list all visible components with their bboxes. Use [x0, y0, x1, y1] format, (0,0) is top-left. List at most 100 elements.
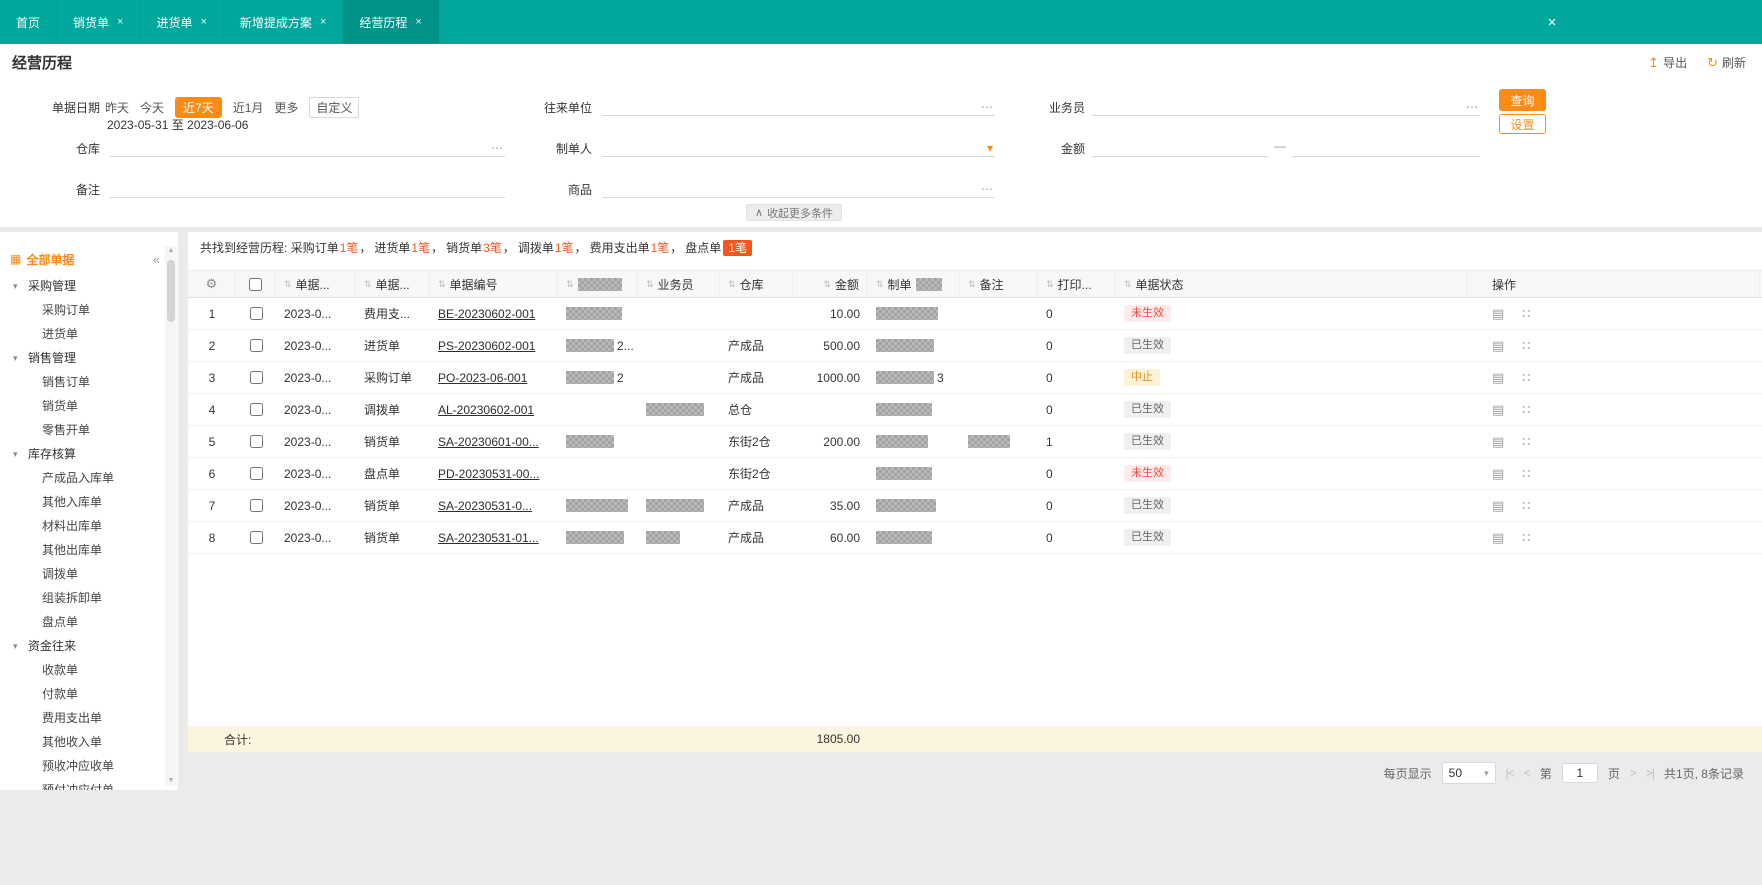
tab-4[interactable]: 新增提成方案 ×	[224, 0, 344, 44]
ellipsis-button[interactable]: ⋯	[981, 182, 993, 196]
sidebar-item[interactable]: 销售订单	[0, 370, 178, 394]
ellipsis-button[interactable]: ⋯	[981, 100, 993, 114]
scroll-down-icon[interactable]: ▼	[168, 776, 175, 786]
quick-filter-button[interactable]: 自定义	[309, 96, 360, 118]
tab-5[interactable]: 经营历程 ×	[343, 0, 439, 44]
amount-min-input[interactable]	[1092, 137, 1268, 157]
column-header-salesman[interactable]: ⇅ 业务员	[638, 271, 720, 297]
column-header-maker[interactable]: ⇅ 制单	[868, 271, 960, 297]
column-header-date[interactable]: ⇅ 单据...	[276, 271, 356, 297]
settings-button[interactable]: 设置	[1499, 114, 1546, 134]
sidebar-item[interactable]: 收款单	[0, 658, 178, 682]
sidebar-item[interactable]: 产成品入库单	[0, 466, 178, 490]
sort-icon[interactable]: ⇅	[438, 279, 446, 290]
sidebar-item[interactable]: ▾ 资金往来	[0, 634, 178, 658]
remark-input[interactable]	[110, 178, 505, 198]
quick-filter-button[interactable]: 近7天	[175, 96, 222, 118]
sidebar-item[interactable]: 其他出库单	[0, 538, 178, 562]
sidebar-item[interactable]: 材料出库单	[0, 514, 178, 538]
preview-icon[interactable]: ▤	[1492, 498, 1504, 514]
sidebar-item[interactable]: 调拨单	[0, 562, 178, 586]
ellipsis-button[interactable]: ⋯	[491, 141, 503, 155]
scroll-up-icon[interactable]: ▲	[168, 246, 175, 256]
row-checkbox[interactable]	[249, 339, 263, 352]
preview-icon[interactable]: ▤	[1492, 402, 1504, 418]
preview-icon[interactable]: ▤	[1492, 338, 1504, 354]
sort-icon[interactable]: ⇅	[284, 279, 292, 290]
tab-close-icon[interactable]: ×	[320, 16, 326, 28]
column-header-no[interactable]: ⇅ 单据编号	[430, 271, 558, 297]
sidebar-item[interactable]: 其他入库单	[0, 490, 178, 514]
chevron-down-icon[interactable]: ▾	[987, 141, 993, 155]
tab-3[interactable]: 进货单 ×	[140, 0, 224, 44]
preview-icon[interactable]: ▤	[1492, 530, 1504, 546]
sidebar-item[interactable]: 预收冲应收单	[0, 754, 178, 778]
more-actions-icon[interactable]: ∷	[1522, 338, 1530, 354]
sidebar-item[interactable]: 费用支出单	[0, 706, 178, 730]
sidebar-item[interactable]: 销货单	[0, 394, 178, 418]
warehouse-input[interactable]: ⋯	[110, 137, 505, 157]
quick-filter-button[interactable]: 昨天	[105, 99, 129, 116]
document-number-link[interactable]: SA-20230531-01...	[438, 531, 539, 545]
maker-input[interactable]: ▾	[602, 137, 995, 157]
next-page-button[interactable]: >	[1630, 766, 1637, 780]
sidebar-item[interactable]: 零售开单	[0, 418, 178, 442]
partner-input[interactable]: ⋯	[602, 96, 995, 116]
preview-icon[interactable]: ▤	[1492, 370, 1504, 386]
more-actions-icon[interactable]: ∷	[1522, 306, 1530, 322]
column-header-print[interactable]: ⇅ 打印...	[1038, 271, 1116, 297]
quick-filter-button[interactable]: 更多	[274, 99, 298, 116]
quick-filter-button[interactable]: 今天	[140, 99, 164, 116]
sort-icon[interactable]: ⇅	[728, 279, 736, 290]
date-range-value[interactable]: 2023-05-31 至 2023-06-06	[107, 116, 248, 133]
sort-icon[interactable]: ⇅	[823, 279, 831, 290]
tab-1[interactable]: 首页	[0, 0, 58, 44]
document-number-link[interactable]: BE-20230602-001	[438, 307, 535, 321]
document-number-link[interactable]: AL-20230602-001	[438, 403, 534, 417]
column-header-type[interactable]: ⇅ 单据...	[356, 271, 430, 297]
tab-2[interactable]: 销货单 ×	[57, 0, 141, 44]
sidebar-title[interactable]: 全部单据	[26, 251, 74, 268]
more-actions-icon[interactable]: ∷	[1522, 466, 1530, 482]
sidebar-item[interactable]: ▾ 采购管理	[0, 274, 178, 298]
goods-input[interactable]: ⋯	[602, 178, 995, 198]
sidebar-item[interactable]: 盘点单	[0, 610, 178, 634]
preview-icon[interactable]: ▤	[1492, 434, 1504, 450]
sort-icon[interactable]: ⇅	[876, 279, 884, 290]
row-checkbox[interactable]	[249, 467, 263, 480]
last-page-button[interactable]: >|	[1646, 766, 1655, 780]
sort-icon[interactable]: ⇅	[968, 279, 976, 290]
scrollbar-thumb[interactable]	[167, 260, 175, 322]
sidebar-item[interactable]: 组装拆卸单	[0, 586, 178, 610]
prev-page-button[interactable]: <	[1524, 766, 1531, 780]
document-number-link[interactable]: SA-20230601-00...	[438, 435, 539, 449]
more-actions-icon[interactable]: ∷	[1522, 434, 1530, 450]
row-checkbox[interactable]	[249, 403, 263, 416]
more-actions-icon[interactable]: ∷	[1522, 498, 1530, 514]
column-header-remark[interactable]: ⇅ 备注	[960, 271, 1038, 297]
document-number-link[interactable]: PD-20230531-00...	[438, 467, 539, 481]
column-header-status[interactable]: ⇅ 单据状态	[1116, 271, 1468, 297]
more-actions-icon[interactable]: ∷	[1522, 370, 1530, 386]
select-all-checkbox[interactable]	[249, 277, 262, 291]
column-header-warehouse[interactable]: ⇅ 仓库	[720, 271, 793, 297]
per-page-select[interactable]: 50 ▾	[1441, 762, 1496, 784]
tab-close-icon[interactable]: ×	[117, 16, 123, 28]
sidebar-collapse-button[interactable]: «	[153, 252, 160, 267]
sidebar-item[interactable]: 其他收入单	[0, 730, 178, 754]
preview-icon[interactable]: ▤	[1492, 306, 1504, 322]
sort-icon[interactable]: ⇅	[566, 279, 574, 290]
document-number-link[interactable]: SA-20230531-0...	[438, 499, 532, 513]
sort-icon[interactable]: ⇅	[1124, 279, 1132, 290]
quick-filter-button[interactable]: 近1月	[233, 99, 264, 116]
column-header-amount[interactable]: ⇅ 金额	[793, 271, 868, 297]
tab-close-icon[interactable]: ×	[200, 16, 206, 28]
row-checkbox[interactable]	[249, 307, 263, 320]
first-page-button[interactable]: |<	[1506, 766, 1515, 780]
document-number-link[interactable]: PO-2023-06-001	[438, 371, 527, 385]
document-number-link[interactable]: PS-20230602-001	[438, 339, 535, 353]
sidebar-item[interactable]: ▾ 销售管理	[0, 346, 178, 370]
preview-icon[interactable]: ▤	[1492, 466, 1504, 482]
row-checkbox[interactable]	[249, 499, 263, 512]
ellipsis-button[interactable]: ⋯	[1466, 100, 1478, 114]
